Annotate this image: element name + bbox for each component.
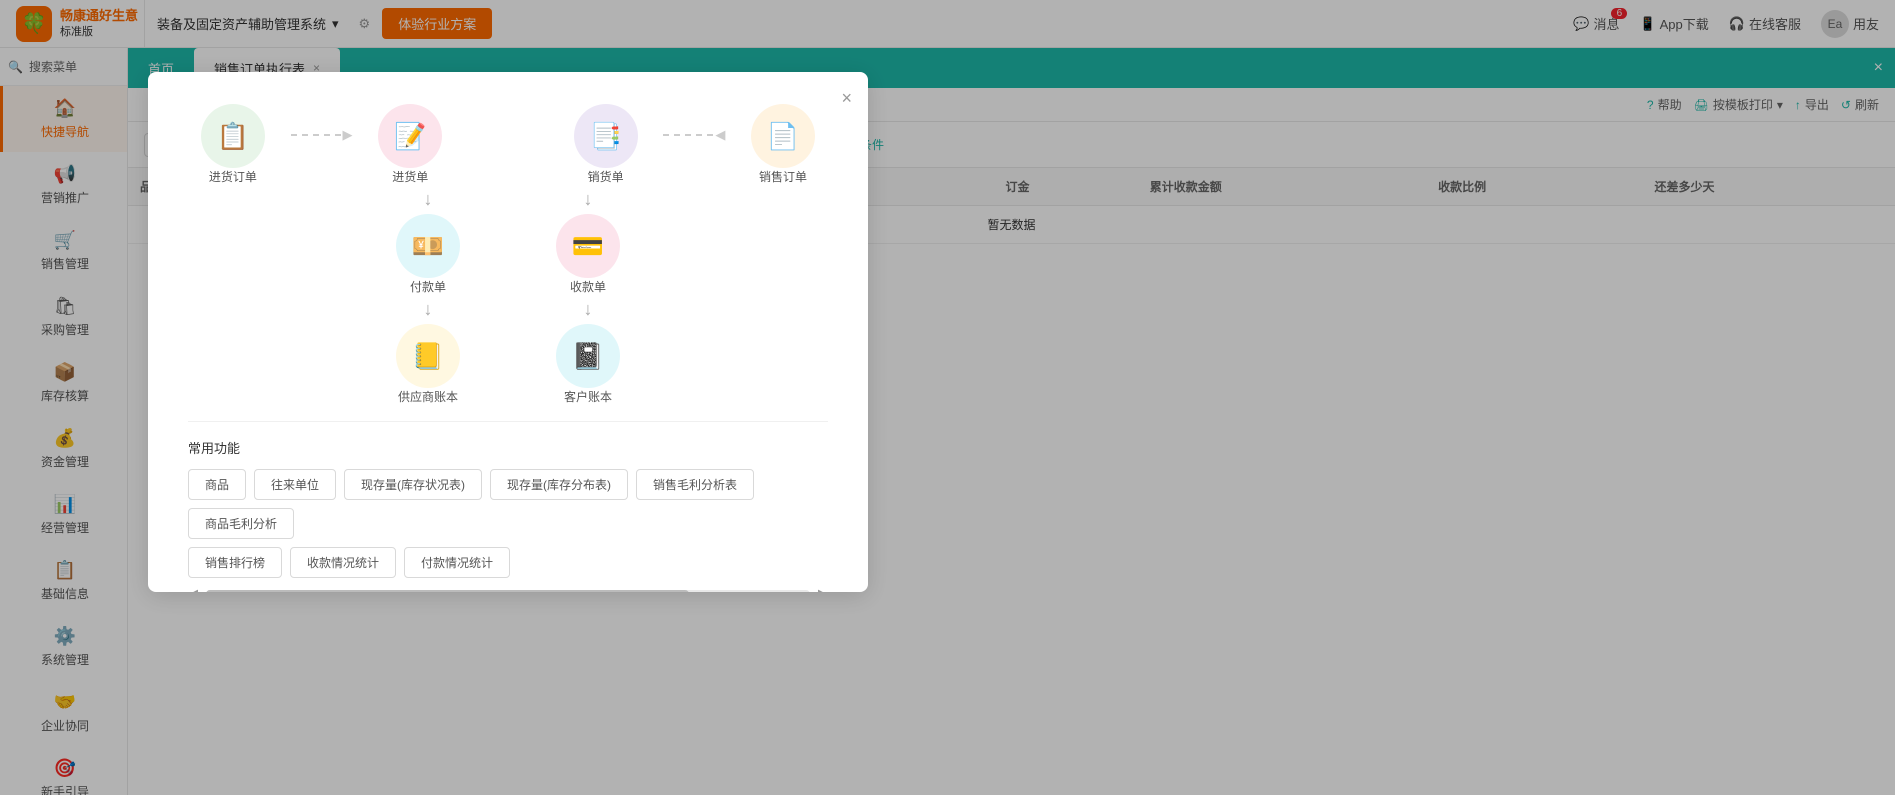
function-buttons-row2: 销售排行榜 收款情况统计 付款情况统计 — [188, 547, 828, 578]
customer-account-node: 📓 客户账本 — [556, 324, 620, 405]
func-btn-sales-rank[interactable]: 销售排行榜 — [188, 547, 282, 578]
func-btn-sales-profit[interactable]: 销售毛利分析表 — [636, 469, 754, 500]
modal-close-button[interactable]: × — [841, 88, 852, 109]
down-arrow-receipt: ↓ — [584, 299, 593, 320]
scroll-track[interactable] — [206, 590, 810, 592]
modal-overlay[interactable]: × 📋 进货订单 ▶ 📝 进货单 — [0, 0, 1895, 795]
receipt-bill-label: 收款单 — [570, 278, 606, 295]
func-btn-product[interactable]: 商品 — [188, 469, 246, 500]
supplier-account-node: 📒 供应商账本 — [396, 324, 460, 405]
down-arrow-payment: ↓ — [424, 299, 433, 320]
purchase-bill-node: 📝 进货单 — [378, 104, 442, 185]
func-btn-stock-dist[interactable]: 现存量(库存分布表) — [490, 469, 628, 500]
supplier-account-label: 供应商账本 — [398, 388, 458, 405]
down-arrow-sales: ↓ — [584, 189, 593, 210]
sales-bill-label: 销货单 — [588, 168, 624, 185]
scroll-thumb — [206, 590, 689, 592]
arrow-2: ◀ — [663, 127, 725, 163]
down-arrow-purchase: ↓ — [424, 189, 433, 210]
common-functions-title: 常用功能 — [188, 438, 828, 457]
purchase-bill-label: 进货单 — [392, 168, 428, 185]
arrow-1: ▶ — [291, 127, 353, 163]
func-btn-product-profit[interactable]: 商品毛利分析 — [188, 508, 294, 539]
sales-order-node: 📄 销售订单 — [751, 104, 815, 185]
scroll-right-arrow[interactable]: ▶ — [818, 586, 828, 592]
purchase-order-node: 📋 进货订单 — [201, 104, 265, 185]
sales-order-circle: 📄 — [751, 104, 815, 168]
sales-order-label: 销售订单 — [759, 168, 807, 185]
payment-bill-label: 付款单 — [410, 278, 446, 295]
func-btn-stock-status[interactable]: 现存量(库存状况表) — [344, 469, 482, 500]
func-btn-receipt-stat[interactable]: 收款情况统计 — [290, 547, 396, 578]
flow-modal: × 📋 进货订单 ▶ 📝 进货单 — [148, 72, 868, 592]
customer-account-label: 客户账本 — [564, 388, 612, 405]
sales-bill-node: 📑 销货单 — [574, 104, 638, 185]
payment-bill-node: 💴 付款单 — [396, 214, 460, 295]
purchase-order-circle: 📋 — [201, 104, 265, 168]
purchase-bill-circle: 📝 — [378, 104, 442, 168]
receipt-bill-node: 💳 收款单 — [556, 214, 620, 295]
common-functions: 常用功能 商品 往来单位 现存量(库存状况表) 现存量(库存分布表) 销售毛利分… — [188, 421, 828, 578]
function-buttons-row1: 商品 往来单位 现存量(库存状况表) 现存量(库存分布表) 销售毛利分析表 商品… — [188, 469, 828, 539]
scroll-area: ◀ ▶ — [188, 586, 828, 592]
func-btn-payment-stat[interactable]: 付款情况统计 — [404, 547, 510, 578]
sales-bill-circle: 📑 — [574, 104, 638, 168]
purchase-order-label: 进货订单 — [209, 168, 257, 185]
customer-account-circle: 📓 — [556, 324, 620, 388]
payment-bill-circle: 💴 — [396, 214, 460, 278]
receipt-bill-circle: 💳 — [556, 214, 620, 278]
scroll-left-arrow[interactable]: ◀ — [188, 586, 198, 592]
supplier-account-circle: 📒 — [396, 324, 460, 388]
func-btn-partner[interactable]: 往来单位 — [254, 469, 336, 500]
